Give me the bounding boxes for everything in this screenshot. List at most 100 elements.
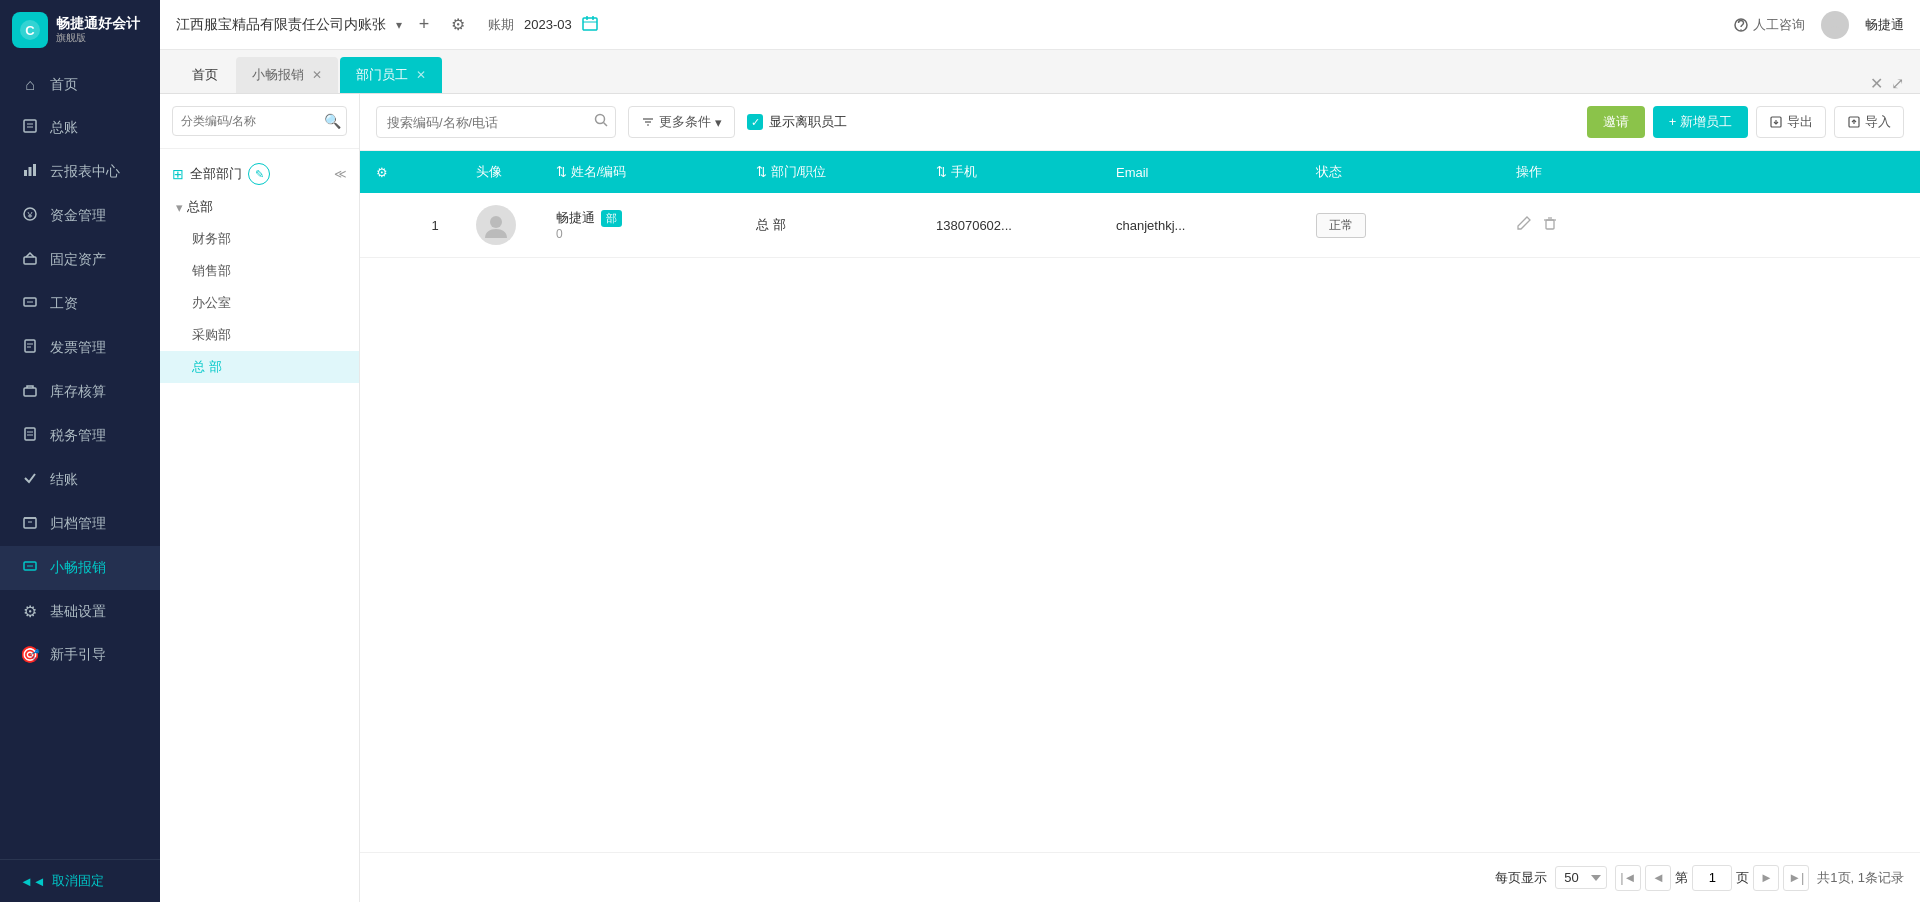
sidebar-item-label: 总账 — [50, 119, 78, 137]
sidebar-item-inventory[interactable]: 库存核算 — [0, 370, 160, 414]
total-records: 共1页, 1条记录 — [1817, 869, 1904, 887]
sidebar-item-archive[interactable]: 归档管理 — [0, 502, 160, 546]
add-employee-btn[interactable]: + 新增员工 — [1653, 106, 1748, 138]
dept-general-label: 总部 — [187, 198, 213, 216]
dept-item-purchase[interactable]: 采购部 — [160, 319, 359, 351]
cancel-pin-btn[interactable]: ◄◄ 取消固定 — [0, 859, 160, 902]
svg-line-33 — [604, 123, 608, 127]
dept-item-finance[interactable]: 财务部 — [160, 223, 359, 255]
sidebar-item-label: 税务管理 — [50, 427, 106, 445]
employee-search-input[interactable] — [376, 106, 616, 138]
prev-page-btn[interactable]: ◄ — [1645, 865, 1671, 891]
expense-report-icon — [20, 558, 40, 578]
period-label: 账期 — [488, 16, 514, 34]
sidebar-item-closing[interactable]: 结账 — [0, 458, 160, 502]
filter-btn[interactable]: 更多条件 ▾ — [628, 106, 735, 138]
col-actions: 操作 — [1500, 151, 1920, 193]
cell-gear — [360, 193, 410, 258]
col-dept-position[interactable]: ⇅ 部门/职位 — [740, 151, 920, 193]
current-page-input[interactable] — [1692, 865, 1732, 891]
edit-employee-btn[interactable] — [1516, 215, 1532, 235]
funds-icon: ¥ — [20, 206, 40, 226]
all-dept-header[interactable]: ⊞ 全部部门 ✎ ≪ — [160, 157, 359, 191]
page-size-label: 每页显示 — [1495, 869, 1547, 887]
sidebar-item-label: 结账 — [50, 471, 78, 489]
collapse-icon[interactable]: ≪ — [334, 167, 347, 181]
support-label: 人工咨询 — [1753, 16, 1805, 34]
dept-item-general-sub[interactable]: 总 部 — [160, 351, 359, 383]
sidebar-item-label: 库存核算 — [50, 383, 106, 401]
dept-search-icon[interactable]: 🔍 — [324, 113, 341, 129]
sidebar-item-settings[interactable]: ⚙ 基础设置 — [0, 590, 160, 633]
ledger-icon — [20, 118, 40, 138]
delete-employee-btn[interactable] — [1542, 215, 1558, 235]
tab-home[interactable]: 首页 — [176, 57, 234, 93]
tab-expense-close[interactable]: ✕ — [312, 68, 322, 82]
dept-finance-label: 财务部 — [192, 230, 231, 248]
dept-search-input[interactable] — [172, 106, 347, 136]
last-page-btn[interactable]: ►| — [1783, 865, 1809, 891]
dept-search-box: 🔍 — [160, 94, 359, 149]
col-index — [410, 151, 460, 193]
sidebar-item-payroll[interactable]: 工资 — [0, 282, 160, 326]
sidebar-item-expense-report[interactable]: 小畅报销 — [0, 546, 160, 590]
import-btn[interactable]: 导入 — [1834, 106, 1904, 138]
app-logo: C 畅捷通好会计 旗舰版 — [0, 0, 160, 60]
invite-btn[interactable]: 邀请 — [1587, 106, 1645, 138]
company-dropdown-btn[interactable]: ▾ — [396, 18, 402, 32]
sidebar-item-fixed-assets[interactable]: 固定资产 — [0, 238, 160, 282]
cell-email: chanjethkj... — [1100, 193, 1300, 258]
settings-gear-btn[interactable]: ⚙ — [446, 13, 470, 37]
tab-expense[interactable]: 小畅报销 ✕ — [236, 57, 338, 93]
svg-text:C: C — [25, 23, 35, 38]
svg-rect-17 — [25, 428, 35, 440]
tabs-right: ✕ ⤢ — [1870, 74, 1904, 93]
page-size-select[interactable]: 50 20 100 — [1555, 866, 1607, 889]
export-btn[interactable]: 导出 — [1756, 106, 1826, 138]
payroll-icon — [20, 294, 40, 314]
tab-dept-employee[interactable]: 部门员工 ✕ — [340, 57, 442, 93]
dept-purchase-label: 采购部 — [192, 326, 231, 344]
reports-icon — [20, 162, 40, 182]
right-panel: 更多条件 ▾ ✓ 显示离职员工 邀请 + 新增员工 导出 导入 — [360, 94, 1920, 902]
employee-search-icon[interactable] — [594, 113, 608, 131]
close-window-btn[interactable]: ✕ — [1870, 74, 1883, 93]
inventory-icon — [20, 382, 40, 402]
export-label: 导出 — [1787, 113, 1813, 131]
show-resigned-checkbox[interactable]: ✓ — [747, 114, 763, 130]
col-name-code[interactable]: ⇅ 姓名/编码 — [540, 151, 740, 193]
first-page-btn[interactable]: |◄ — [1615, 865, 1641, 891]
sidebar-item-label: 资金管理 — [50, 207, 106, 225]
sidebar-item-invoice[interactable]: 发票管理 — [0, 326, 160, 370]
svg-rect-42 — [1546, 220, 1554, 229]
toolbar-right: 邀请 + 新增员工 导出 导入 — [1587, 106, 1904, 138]
dept-item-sales[interactable]: 销售部 — [160, 255, 359, 287]
sidebar-item-reports[interactable]: 云报表中心 — [0, 150, 160, 194]
dept-item-general[interactable]: ▾ 总部 — [160, 191, 359, 223]
sidebar-item-funds[interactable]: ¥ 资金管理 — [0, 194, 160, 238]
employee-code: 0 — [556, 227, 724, 241]
add-company-btn[interactable]: + — [412, 13, 436, 37]
svg-rect-2 — [24, 120, 36, 132]
sidebar-item-guide[interactable]: 🎯 新手引导 — [0, 633, 160, 676]
logo-icon: C — [12, 12, 48, 48]
support-btn[interactable]: 人工咨询 — [1733, 16, 1805, 34]
sidebar-item-tax[interactable]: 税务管理 — [0, 414, 160, 458]
svg-rect-7 — [33, 164, 36, 176]
svg-point-31 — [1831, 19, 1839, 27]
sidebar-item-label: 云报表中心 — [50, 163, 120, 181]
col-gear[interactable]: ⚙ — [360, 151, 410, 193]
tab-dept-close[interactable]: ✕ — [416, 68, 426, 82]
dept-item-office[interactable]: 办公室 — [160, 287, 359, 319]
employee-name: 畅捷通 — [556, 209, 595, 227]
svg-point-41 — [490, 216, 502, 228]
sidebar-item-home[interactable]: ⌂ 首页 — [0, 64, 160, 106]
next-page-btn[interactable]: ► — [1753, 865, 1779, 891]
cell-avatar — [460, 193, 540, 258]
col-phone[interactable]: ⇅ 手机 — [920, 151, 1100, 193]
sidebar-item-ledger[interactable]: 总账 — [0, 106, 160, 150]
dept-edit-btn[interactable]: ✎ — [248, 163, 270, 185]
calendar-icon[interactable] — [582, 15, 598, 34]
expand-window-btn[interactable]: ⤢ — [1891, 74, 1904, 93]
svg-point-30 — [1740, 29, 1742, 31]
